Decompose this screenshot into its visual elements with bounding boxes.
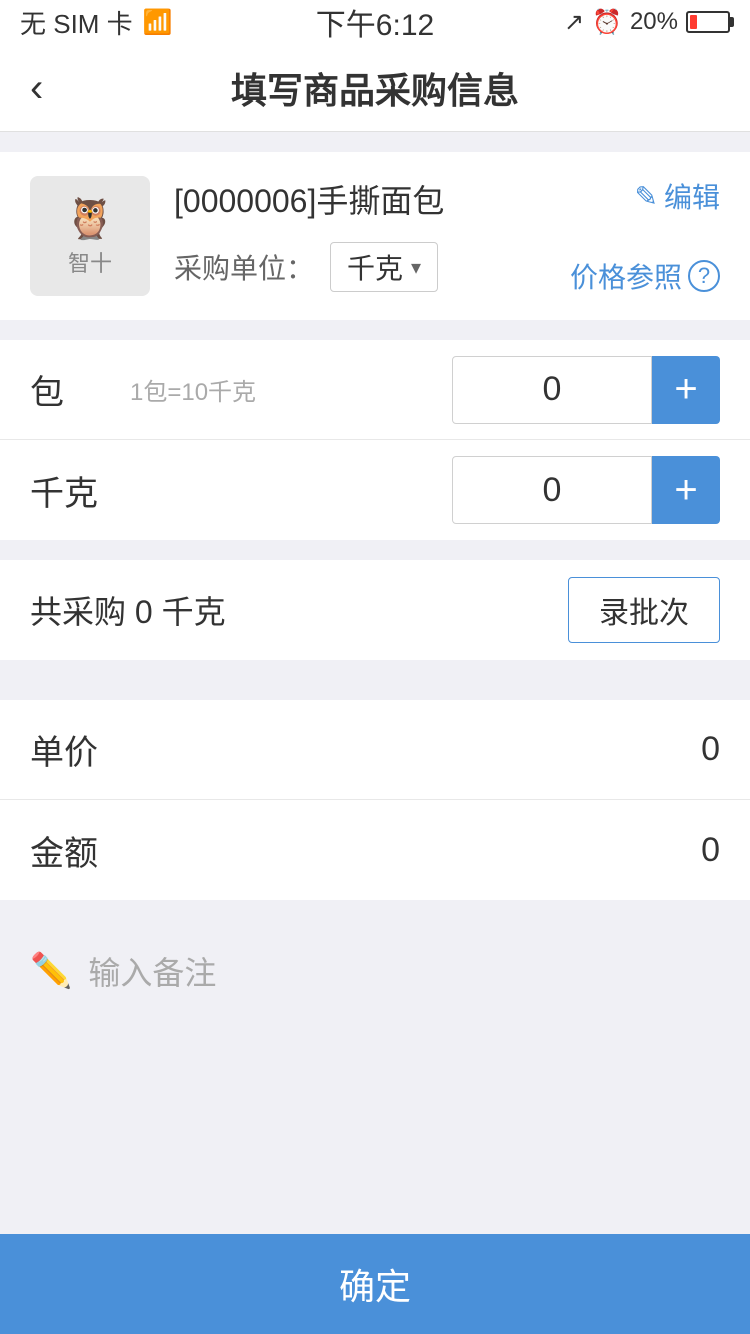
dropdown-arrow-icon: ▾ bbox=[411, 255, 421, 280]
kg-label: 千克 bbox=[30, 466, 110, 515]
remark-section[interactable]: ✏️ 输入备注 bbox=[0, 920, 750, 1022]
pack-plus-button[interactable]: + bbox=[652, 356, 720, 424]
pencil-icon: ✏️ bbox=[30, 951, 72, 991]
product-thumbnail: 🦉 智十 bbox=[30, 176, 150, 296]
pack-input[interactable]: 0 bbox=[452, 356, 652, 424]
amount-row: 金额 0 bbox=[0, 800, 750, 900]
product-thumb-label: 智十 bbox=[68, 246, 112, 278]
amount-label: 金额 bbox=[30, 826, 98, 875]
battery-percent: 20% bbox=[630, 8, 678, 36]
edit-label: 编辑 bbox=[664, 176, 720, 216]
confirm-button[interactable]: 确定 bbox=[0, 1234, 750, 1334]
summary-text: 共采购 0 千克 bbox=[30, 587, 226, 633]
battery-fill bbox=[690, 15, 697, 29]
pack-input-row: 包 1包=10千克 0 + bbox=[0, 340, 750, 440]
location-icon: ↗ bbox=[564, 8, 584, 37]
wifi-icon: 📶 bbox=[143, 8, 173, 37]
price-section: 单价 0 金额 0 bbox=[0, 700, 750, 900]
unit-price-label: 单价 bbox=[30, 725, 98, 774]
section-divider-2 bbox=[0, 660, 750, 680]
status-bar: 无 SIM 卡 📶 下午6:12 ↗ ⏰ 20% bbox=[0, 0, 750, 44]
unit-dropdown[interactable]: 千克 ▾ bbox=[330, 242, 438, 292]
page-title: 填写商品采购信息 bbox=[231, 62, 519, 114]
status-time: 下午6:12 bbox=[316, 0, 434, 44]
product-card: 🦉 智十 [0000006]手撕面包 采购单位： 千克 ▾ ✎ 编辑 价格参照 … bbox=[0, 152, 750, 320]
section-divider-1 bbox=[0, 320, 750, 340]
kg-input-row: 千克 0 + bbox=[0, 440, 750, 540]
nav-bar: ‹ 填写商品采购信息 bbox=[0, 44, 750, 132]
product-thumb-owl-icon: 🦉 bbox=[65, 195, 115, 242]
pack-sublabel: 1包=10千克 bbox=[130, 372, 432, 407]
alarm-icon: ⏰ bbox=[592, 8, 622, 37]
help-circle-icon: ? bbox=[688, 260, 720, 292]
status-left: 无 SIM 卡 📶 bbox=[20, 4, 173, 41]
unit-value: 千克 bbox=[347, 247, 403, 287]
edit-icon: ✎ bbox=[635, 180, 658, 213]
batch-button[interactable]: 录批次 bbox=[568, 577, 720, 643]
remark-input[interactable]: 输入备注 bbox=[88, 948, 216, 994]
unit-label: 采购单位： bbox=[174, 247, 314, 287]
pack-field-wrap: 0 + bbox=[452, 356, 720, 424]
summary-row: 共采购 0 千克 录批次 bbox=[0, 560, 750, 660]
unit-price-row: 单价 0 bbox=[0, 700, 750, 800]
kg-field-wrap: 0 + bbox=[452, 456, 720, 524]
input-section: 包 1包=10千克 0 + 千克 0 + bbox=[0, 340, 750, 540]
kg-input[interactable]: 0 bbox=[452, 456, 652, 524]
no-sim-label: 无 SIM 卡 bbox=[20, 4, 133, 41]
amount-value: 0 bbox=[701, 831, 720, 870]
status-right: ↗ ⏰ 20% bbox=[564, 8, 730, 37]
price-ref-button[interactable]: 价格参照 ? bbox=[570, 256, 720, 296]
edit-button[interactable]: ✎ 编辑 bbox=[635, 176, 720, 216]
price-ref-label: 价格参照 bbox=[570, 256, 682, 296]
back-button[interactable]: ‹ bbox=[30, 58, 53, 118]
pack-label: 包 bbox=[30, 365, 110, 414]
kg-plus-button[interactable]: + bbox=[652, 456, 720, 524]
unit-price-value: 0 bbox=[701, 730, 720, 769]
battery-icon bbox=[686, 11, 730, 33]
